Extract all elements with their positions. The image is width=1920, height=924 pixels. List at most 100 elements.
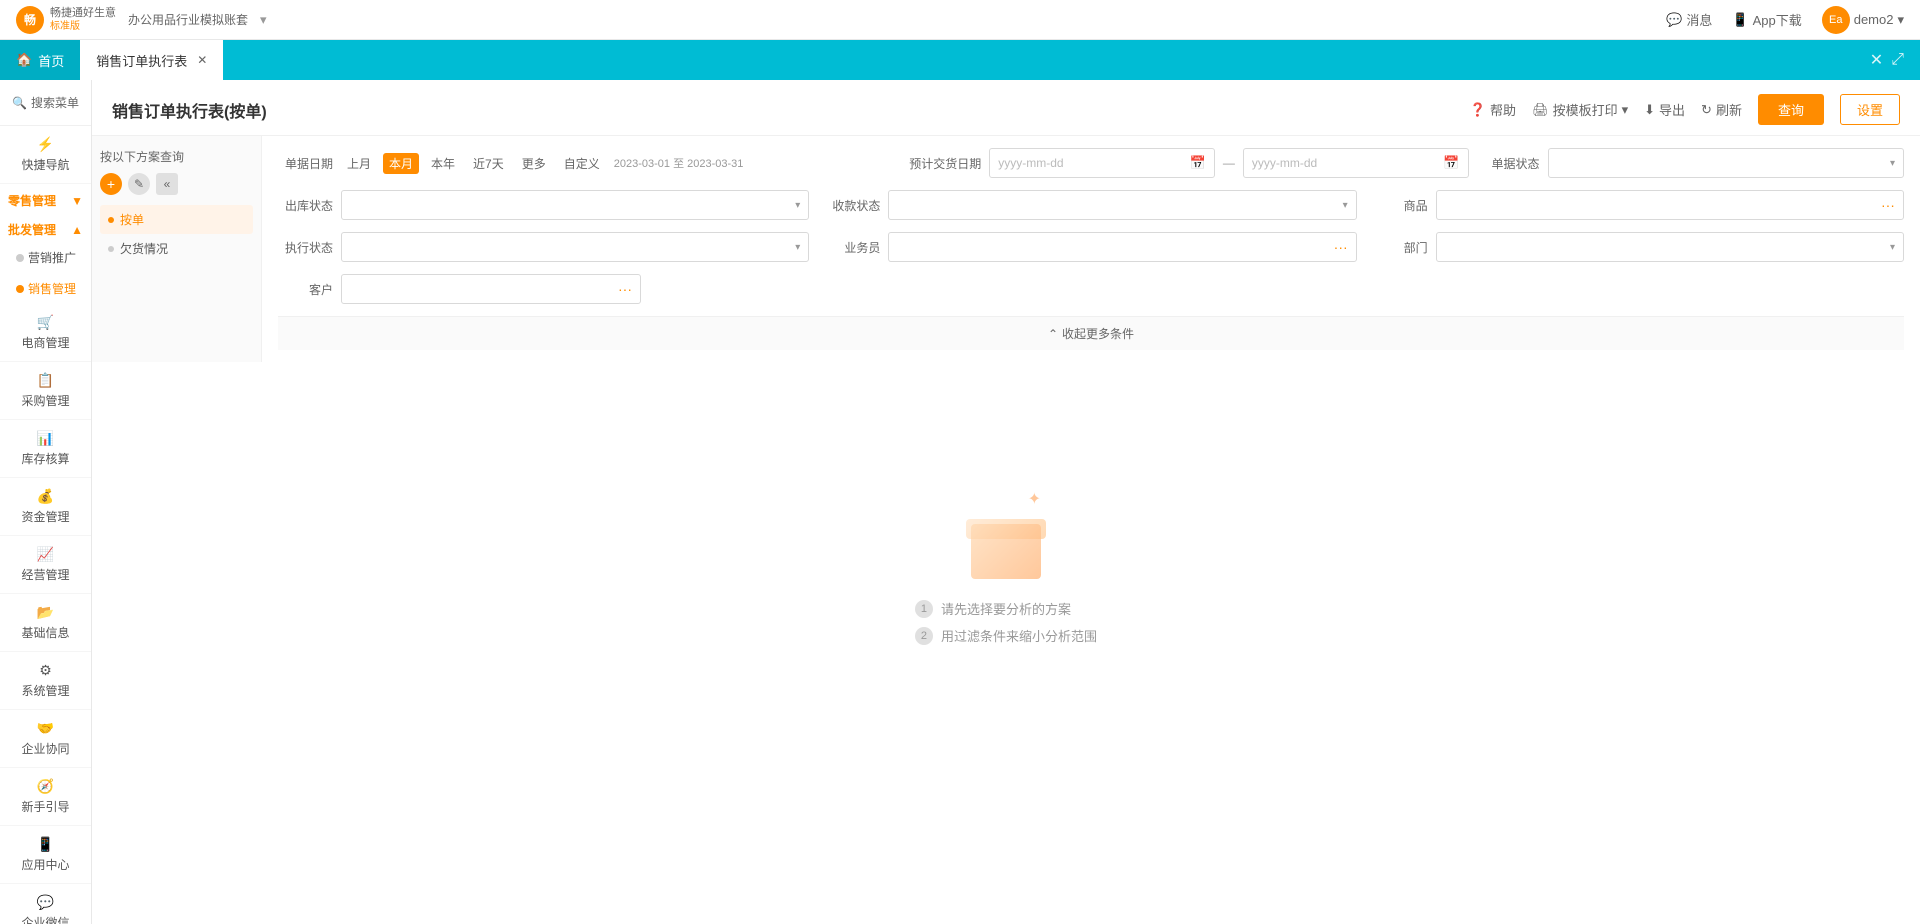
sidebar-item-enterprise[interactable]: 🤝 企业协同	[0, 710, 91, 768]
sidebar-search-area: 🔍 搜索菜单	[0, 80, 91, 126]
doc-status-label: 单据状态	[1485, 155, 1540, 172]
empty-hints: 1 请先选择要分析的方案 2 用过滤条件来缩小分析范围	[915, 599, 1097, 645]
sidebar-item-enterprise-wechat[interactable]: 💬 企业微信	[0, 884, 91, 924]
message-button[interactable]: 💬 消息	[1666, 10, 1712, 29]
sidebar-item-app-center[interactable]: 📱 应用中心	[0, 826, 91, 884]
sidebar: 🔍 搜索菜单 ⚡ 快捷导航 零售管理 ▼ 批发管理 ▲ 营销推广 销售管理 🛒 …	[0, 80, 92, 924]
add-scheme-button[interactable]: +	[100, 173, 122, 195]
refresh-button[interactable]: ↻ 刷新	[1701, 100, 1742, 119]
sidebar-section-wholesale[interactable]: 批发管理 ▲	[0, 213, 91, 242]
close-all-tabs-button[interactable]: ✕	[1866, 46, 1887, 74]
date-last-month-btn[interactable]: 上月	[341, 153, 377, 174]
tab-sales-order[interactable]: 销售订单执行表 ✕	[80, 40, 223, 80]
sidebar-item-ecommerce[interactable]: 🛒 电商管理	[0, 304, 91, 362]
export-button[interactable]: ⬇ 导出	[1644, 100, 1685, 119]
customer-field: 客户 ···	[278, 274, 1904, 304]
expand-button[interactable]: ⤢	[1887, 47, 1908, 73]
calendar-from-icon: 📅	[1190, 155, 1206, 171]
salesperson-more-icon[interactable]: ···	[1334, 239, 1348, 255]
customer-more-icon[interactable]: ···	[618, 281, 632, 297]
department-select[interactable]: ▾	[1436, 232, 1904, 262]
sidebar-item-system[interactable]: ⚙ 系统管理	[0, 652, 91, 710]
content-area: 销售订单执行表(按单) ❓ 帮助 🖨 按模板打印 ▾ ⬇ 导出	[92, 80, 1920, 924]
expected-date-to-input[interactable]: yyyy-mm-dd 📅	[1243, 148, 1469, 178]
header-left: 畅 畅捷通好生意 标准版 办公用品行业模拟账套 ▾	[16, 6, 267, 34]
department-label: 部门	[1373, 239, 1428, 256]
department-dropdown-icon: ▾	[1890, 242, 1895, 253]
date-custom-btn[interactable]: 自定义	[558, 153, 606, 174]
tab-home[interactable]: 🏠 首页	[0, 40, 80, 80]
customer-input[interactable]: ···	[341, 274, 641, 304]
collapse-filter-button[interactable]: «	[156, 173, 178, 195]
breadcrumb-arrow-icon[interactable]: ▾	[260, 12, 267, 28]
sidebar-item-quick-nav[interactable]: ⚡ 快捷导航	[0, 126, 91, 184]
filter-row-2: 出库状态 ▾ 收款状态 ▾	[278, 190, 1904, 220]
home-icon: 🏠	[16, 52, 32, 68]
empty-hint-2: 2 用过滤条件来缩小分析范围	[915, 626, 1097, 645]
collapse-icon: ⌃	[1048, 327, 1058, 341]
avatar: Ea	[1822, 6, 1850, 34]
search-icon: 🔍	[12, 96, 27, 110]
purchase-icon: 📋	[37, 372, 54, 389]
collection-status-select[interactable]: ▾	[888, 190, 1356, 220]
collection-dropdown-icon: ▾	[1343, 200, 1348, 211]
goods-more-icon[interactable]: ···	[1881, 197, 1895, 213]
date-last-7-days-btn[interactable]: 近7天	[467, 153, 510, 174]
marketing-indicator	[16, 254, 24, 262]
app-logo: 畅	[16, 6, 44, 34]
sidebar-item-finance[interactable]: 💰 资金管理	[0, 478, 91, 536]
execution-dropdown-icon: ▾	[795, 242, 800, 253]
sidebar-item-inventory[interactable]: 📊 库存核算	[0, 420, 91, 478]
tab-close-icon[interactable]: ✕	[197, 53, 207, 67]
user-menu[interactable]: Ea demo2 ▾	[1822, 6, 1904, 34]
date-this-month-btn[interactable]: 本月	[383, 153, 419, 174]
finance-icon: 💰	[37, 488, 54, 505]
scheme-item-owed[interactable]: 欠货情况	[100, 234, 253, 263]
template-print-button[interactable]: 🖨 按模板打印 ▾	[1532, 100, 1628, 119]
settings-button[interactable]: 设置	[1840, 94, 1900, 125]
app-download-button[interactable]: 📱 App下载	[1732, 10, 1801, 29]
nav-tabs: 🏠 首页 销售订单执行表 ✕ ✕ ⤢	[0, 40, 1920, 80]
sidebar-item-operations[interactable]: 📈 经营管理	[0, 536, 91, 594]
collection-status-label: 收款状态	[825, 197, 880, 214]
refresh-icon: ↻	[1701, 102, 1712, 118]
outbound-status-select[interactable]: ▾	[341, 190, 809, 220]
collapse-more-button[interactable]: ⌃ 收起更多条件	[1048, 325, 1134, 342]
date-this-year-btn[interactable]: 本年	[425, 153, 461, 174]
filter-row-1: 单据日期 上月 本月 本年 近7天 更多 自定义 2023-03-01 至 20…	[278, 148, 1904, 178]
help-button[interactable]: ❓ 帮助	[1470, 100, 1516, 119]
execution-status-select[interactable]: ▾	[341, 232, 809, 262]
empty-state: ✦ 1 请先选择要分析的方案 2 用过滤条件来缩小分析范围	[92, 362, 1920, 762]
date-more-btn[interactable]: 更多	[516, 153, 552, 174]
sidebar-section-retail[interactable]: 零售管理 ▼	[0, 184, 91, 213]
sales-mgmt-indicator	[16, 285, 24, 293]
collapse-more-bar: ⌃ 收起更多条件	[278, 316, 1904, 350]
print-icon: 🖨	[1532, 102, 1549, 118]
goods-field: 商品 ···	[1373, 190, 1904, 220]
outbound-status-field: 出库状态 ▾	[278, 190, 809, 220]
breadcrumb: 办公用品行业模拟账套	[128, 11, 248, 28]
tab-controls: ✕ ⤢	[1866, 46, 1920, 74]
edit-scheme-button[interactable]: ✎	[128, 173, 150, 195]
sidebar-item-guide[interactable]: 🧭 新手引导	[0, 768, 91, 826]
doc-status-select[interactable]: ▾	[1548, 148, 1904, 178]
query-button[interactable]: 查询	[1758, 94, 1824, 125]
date-field: 单据日期 上月 本月 本年 近7天 更多 自定义 2023-03-01 至 20…	[278, 153, 893, 174]
empty-spark-icon: ✦	[1028, 489, 1041, 509]
app-center-icon: 📱	[37, 836, 54, 853]
expected-date-from-input[interactable]: yyyy-mm-dd 📅	[989, 148, 1215, 178]
execution-status-label: 执行状态	[278, 239, 333, 256]
goods-input[interactable]: ···	[1436, 190, 1904, 220]
search-menu-button[interactable]: 🔍 搜索菜单	[8, 88, 83, 117]
doc-status-dropdown-icon: ▾	[1890, 158, 1895, 169]
salesperson-label: 业务员	[825, 239, 880, 256]
scheme-item-by-order[interactable]: 按单	[100, 205, 253, 234]
salesperson-input[interactable]: ···	[888, 232, 1356, 262]
user-menu-arrow-icon: ▾	[1897, 12, 1904, 28]
sidebar-item-sales-mgmt[interactable]: 销售管理	[0, 273, 91, 304]
execution-status-field: 执行状态 ▾	[278, 232, 809, 262]
outbound-dropdown-icon: ▾	[795, 200, 800, 211]
sidebar-item-purchase[interactable]: 📋 采购管理	[0, 362, 91, 420]
sidebar-item-basic-info[interactable]: 📂 基础信息	[0, 594, 91, 652]
sidebar-item-marketing[interactable]: 营销推广	[0, 242, 91, 273]
